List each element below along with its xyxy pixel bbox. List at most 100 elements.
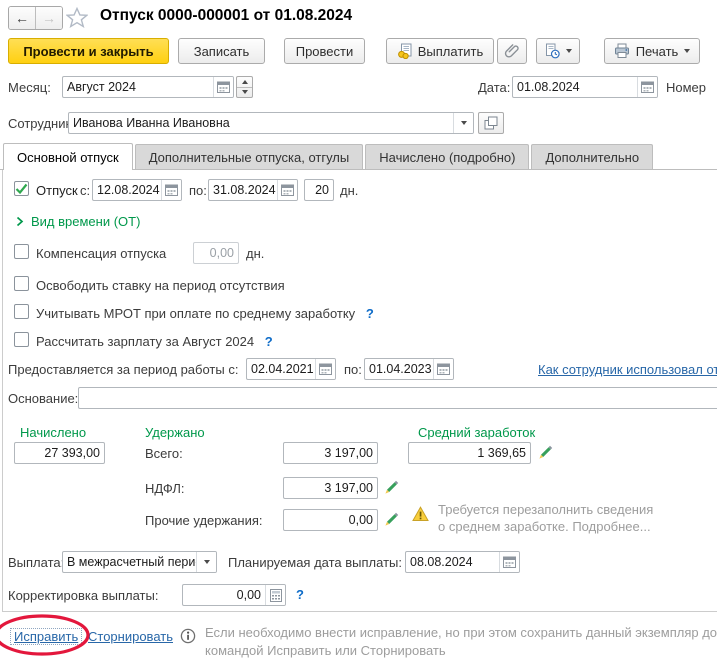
average-earnings-field[interactable]: 1 369,65	[408, 442, 531, 464]
tab-accrued-detail[interactable]: Начислено (подробно)	[365, 144, 530, 169]
employee-open-button[interactable]	[478, 112, 504, 134]
info-circle-icon	[180, 628, 196, 644]
days-unit-label: дн.	[340, 183, 359, 198]
calculator-icon[interactable]	[265, 585, 285, 605]
to-label: по:	[189, 183, 207, 198]
history-nav-group: ← →	[8, 6, 63, 30]
calendar-icon[interactable]	[499, 552, 519, 572]
vacation-checkbox-label[interactable]: Отпуск	[36, 183, 78, 198]
month-label: Месяц:	[8, 80, 51, 95]
stepper-down-button[interactable]	[237, 86, 252, 98]
warning-triangle-icon	[412, 506, 429, 522]
print-button[interactable]: Печать	[604, 38, 700, 64]
calendar-icon[interactable]	[315, 359, 335, 379]
chevron-down-icon	[684, 49, 691, 53]
vacation-to-field[interactable]: 31.08.2024	[208, 179, 298, 201]
other-withholdings-field[interactable]: 0,00	[283, 509, 378, 531]
tab-bar: Основной отпуск Дополнительные отпуска, …	[0, 143, 717, 170]
average-earnings-warning: Требуется перезаполнить сведения о средн…	[438, 502, 654, 534]
pay-document-coins-icon	[397, 43, 413, 59]
reverse-link[interactable]: Сторнировать	[88, 629, 173, 644]
from-label: с:	[80, 183, 91, 198]
employee-field[interactable]: Иванова Иванна Ивановна	[68, 112, 474, 134]
chevron-down-icon	[566, 49, 572, 53]
calendar-icon[interactable]	[433, 359, 453, 379]
calc-salary-help-icon[interactable]: ?	[265, 334, 273, 349]
time-kind-link[interactable]: Вид времени (ОТ)	[31, 214, 140, 229]
edit-average-pencil-icon[interactable]	[538, 445, 553, 460]
printer-icon	[614, 43, 630, 59]
time-kind-expander[interactable]: Вид времени (ОТ)	[16, 214, 140, 229]
calendar-icon[interactable]	[277, 180, 297, 200]
write-button[interactable]: Записать	[178, 38, 265, 64]
release-rate-checkbox[interactable]	[14, 276, 29, 291]
calendar-icon[interactable]	[161, 180, 181, 200]
mrot-help-icon[interactable]: ?	[366, 306, 374, 321]
month-stepper	[236, 76, 253, 98]
edit-ndfl-pencil-icon[interactable]	[384, 480, 399, 495]
total-withheld-field[interactable]: 3 197,00	[283, 442, 378, 464]
planned-date-field[interactable]: 08.08.2024	[405, 551, 520, 573]
average-earnings-label: Средний заработок	[418, 425, 536, 440]
release-rate-checkbox-label[interactable]: Освободить ставку на период отсутствия	[36, 278, 285, 293]
post-button[interactable]: Провести	[284, 38, 365, 64]
favorite-star-icon[interactable]	[66, 7, 88, 28]
page-title: Отпуск 0000-000001 от 01.08.2024	[100, 7, 353, 24]
payout-select[interactable]: В межрасчетный период	[62, 551, 217, 573]
ndfl-field[interactable]: 3 197,00	[283, 477, 378, 499]
ndfl-label: НДФЛ:	[145, 481, 185, 496]
withheld-label: Удержано	[145, 425, 205, 440]
vacation-from-field[interactable]: 12.08.2024	[92, 179, 182, 201]
period-to-field[interactable]: 01.04.2023	[364, 358, 454, 380]
tab-additional[interactable]: Дополнительно	[531, 144, 654, 169]
triangle-up-icon	[241, 79, 248, 84]
dropdown-button[interactable]	[196, 552, 216, 572]
paperclip-icon	[504, 43, 520, 59]
calendar-icon[interactable]	[637, 77, 657, 97]
attachments-button[interactable]	[497, 38, 527, 64]
footer-info-text: Если необходимо внести исправление, но п…	[205, 625, 717, 658]
calc-salary-checkbox-label[interactable]: Рассчитать зарплату за Август 2024 ?	[36, 334, 273, 349]
other-withholdings-label: Прочие удержания:	[145, 513, 263, 528]
pay-button[interactable]: Выплатить	[386, 38, 494, 64]
mrot-checkbox[interactable]	[14, 304, 29, 319]
vacation-checkbox[interactable]	[14, 181, 29, 196]
open-squares-icon	[484, 116, 498, 130]
payout-adjustment-field[interactable]: 0,00	[182, 584, 286, 606]
document-date-field[interactable]: 01.08.2024	[512, 76, 658, 98]
vacation-days-field[interactable]: 20	[304, 179, 334, 201]
mrot-checkbox-label[interactable]: Учитывать МРОТ при оплате по среднему за…	[36, 306, 374, 321]
month-field[interactable]: Август 2024	[62, 76, 234, 98]
edit-other-pencil-icon[interactable]	[384, 512, 399, 527]
tab-main-vacation[interactable]: Основной отпуск	[3, 143, 133, 170]
basis-label: Основание:	[8, 391, 79, 406]
post-and-close-button[interactable]: Провести и закрыть	[8, 38, 169, 64]
dropdown-button[interactable]	[453, 113, 473, 133]
document-clock-icon	[544, 43, 560, 59]
tab-additional-vacations[interactable]: Дополнительные отпуска, отгулы	[134, 144, 364, 169]
vacation-document-window: ← → Отпуск 0000-000001 от 01.08.2024 Про…	[0, 0, 717, 666]
calendar-icon[interactable]	[213, 77, 233, 97]
compensation-days-field[interactable]: 0,00	[193, 242, 239, 264]
back-button[interactable]: ←	[9, 7, 35, 29]
compensation-checkbox-label[interactable]: Компенсация отпуска	[36, 246, 166, 261]
attached-files-menu-button[interactable]	[536, 38, 580, 64]
employee-label: Сотрудник:	[8, 116, 75, 131]
basis-field[interactable]	[78, 387, 717, 409]
period-from-field[interactable]: 02.04.2021	[246, 358, 336, 380]
planned-date-label: Планируемая дата выплаты:	[228, 555, 402, 570]
payout-adjustment-label: Корректировка выплаты:	[8, 588, 159, 603]
compensation-unit-label: дн.	[246, 246, 265, 261]
vacation-usage-link[interactable]: Как сотрудник использовал от	[538, 362, 717, 377]
fix-link[interactable]: Исправить	[10, 628, 83, 645]
work-period-label: Предоставляется за период работы с:	[8, 362, 239, 377]
triangle-down-icon	[460, 121, 467, 125]
chevron-right-icon	[16, 216, 24, 227]
forward-button[interactable]: →	[35, 7, 62, 29]
adjustment-help-icon[interactable]: ?	[296, 587, 304, 602]
stepper-up-button[interactable]	[237, 77, 252, 87]
number-label: Номер	[666, 80, 707, 95]
compensation-checkbox[interactable]	[14, 244, 29, 259]
calc-salary-checkbox[interactable]	[14, 332, 29, 347]
accrued-field[interactable]: 27 393,00	[14, 442, 105, 464]
